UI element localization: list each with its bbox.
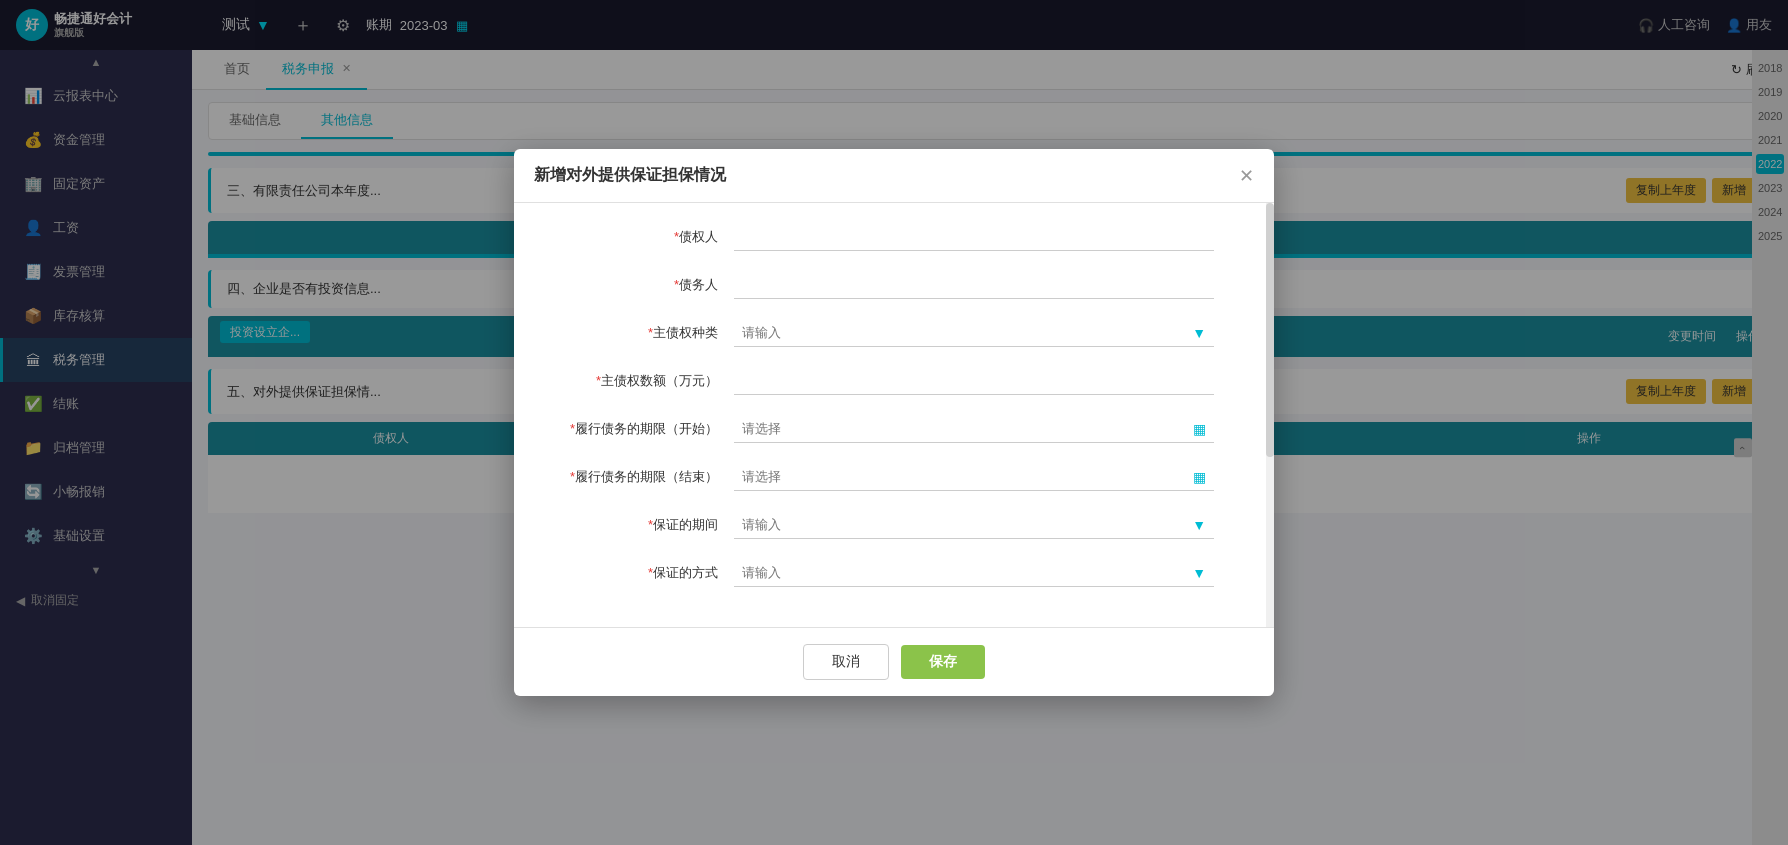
modal-scrollbar[interactable] <box>1266 203 1274 627</box>
guarantee-method-wrapper: ▼ <box>734 559 1214 587</box>
creditor-label: *债权人 <box>554 228 734 246</box>
debtor-label: *债务人 <box>554 276 734 294</box>
period-start-label: *履行债务的期限（开始） <box>554 420 734 438</box>
modal-title: 新增对外提供保证担保情况 <box>534 165 726 186</box>
guarantee-period-input[interactable] <box>734 511 1192 538</box>
form-row-debtor: *债务人 <box>554 271 1234 299</box>
form-row-claim-amount: *主债权数额（万元） <box>554 367 1234 395</box>
claim-amount-input[interactable] <box>734 367 1214 395</box>
modal-header: 新增对外提供保证担保情况 ✕ <box>514 149 1274 203</box>
modal-scroll-thumb <box>1266 203 1274 457</box>
claim-type-input[interactable] <box>734 319 1192 346</box>
form-row-period-start: *履行债务的期限（开始） ▦ <box>554 415 1234 443</box>
modal-body: *债权人 *债务人 *主债权种类 ▼ <box>514 203 1274 627</box>
guarantee-method-label: *保证的方式 <box>554 564 734 582</box>
form-row-guarantee-method: *保证的方式 ▼ <box>554 559 1234 587</box>
guarantee-period-dropdown-icon[interactable]: ▼ <box>1192 517 1206 533</box>
period-end-calendar-icon[interactable]: ▦ <box>1193 469 1206 485</box>
claim-amount-label: *主债权数额（万元） <box>554 372 734 390</box>
guarantee-period-wrapper: ▼ <box>734 511 1214 539</box>
creditor-input[interactable] <box>734 223 1214 251</box>
claim-type-dropdown-icon[interactable]: ▼ <box>1192 325 1206 341</box>
form-row-claim-type: *主债权种类 ▼ <box>554 319 1234 347</box>
modal-backdrop: 新增对外提供保证担保情况 ✕ *债权人 *债务人 <box>0 0 1788 845</box>
period-start-wrapper: ▦ <box>734 415 1214 443</box>
modal-close-button[interactable]: ✕ <box>1239 167 1254 185</box>
period-start-calendar-icon[interactable]: ▦ <box>1193 421 1206 437</box>
period-end-wrapper: ▦ <box>734 463 1214 491</box>
debtor-input[interactable] <box>734 271 1214 299</box>
period-end-input[interactable] <box>734 463 1193 490</box>
period-start-input[interactable] <box>734 415 1193 442</box>
form-row-guarantee-period: *保证的期间 ▼ <box>554 511 1234 539</box>
cancel-button[interactable]: 取消 <box>803 644 889 680</box>
claim-type-label: *主债权种类 <box>554 324 734 342</box>
claim-type-wrapper: ▼ <box>734 319 1214 347</box>
form-row-creditor: *债权人 <box>554 223 1234 251</box>
modal-add-guarantee: 新增对外提供保证担保情况 ✕ *债权人 *债务人 <box>514 149 1274 696</box>
modal-footer: 取消 保存 <box>514 627 1274 696</box>
guarantee-method-dropdown-icon[interactable]: ▼ <box>1192 565 1206 581</box>
save-button[interactable]: 保存 <box>901 645 985 679</box>
form-row-period-end: *履行债务的期限（结束） ▦ <box>554 463 1234 491</box>
guarantee-period-label: *保证的期间 <box>554 516 734 534</box>
period-end-label: *履行债务的期限（结束） <box>554 468 734 486</box>
guarantee-method-input[interactable] <box>734 559 1192 586</box>
